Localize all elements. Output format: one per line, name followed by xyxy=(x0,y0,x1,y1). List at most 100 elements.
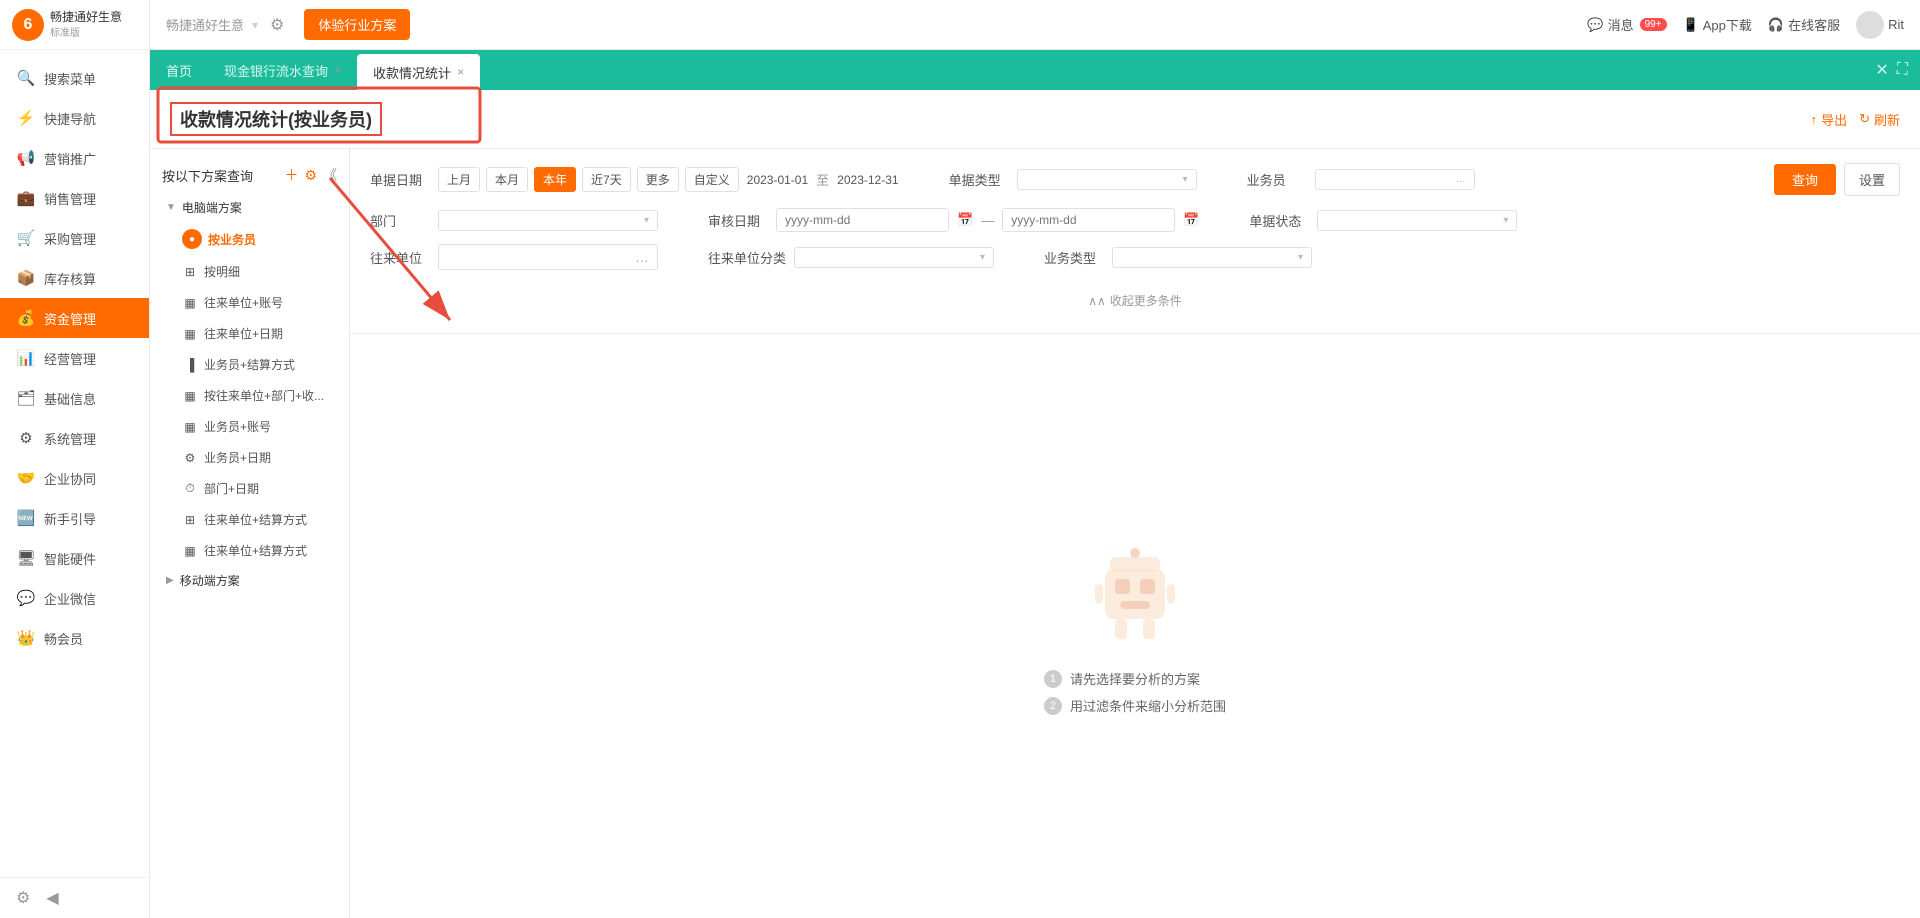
filter-row-3: 往来单位 … 往来单位分类 ▾ xyxy=(370,244,1900,270)
scheme-mobile-title[interactable]: ▶ 移动端方案 xyxy=(158,566,341,595)
scheme-add-icon[interactable]: ＋ xyxy=(284,165,298,185)
export-button[interactable]: ↑ 导出 xyxy=(1811,110,1848,129)
scheme-item-salesperson-settlement[interactable]: ▐ 业务员+结算方式 xyxy=(158,349,341,380)
message-btn[interactable]: 💬 消息 99+ xyxy=(1587,15,1666,34)
sidebar-item-guide[interactable]: 🆕 新手引导 xyxy=(0,498,149,538)
tab-home[interactable]: 首页 xyxy=(150,50,208,90)
user-menu[interactable]: Rit xyxy=(1856,11,1904,39)
partner-select[interactable]: … xyxy=(438,244,658,270)
sidebar-item-wechat[interactable]: 💬 企业微信 xyxy=(0,578,149,618)
sidebar-item-finance[interactable]: 💰 资金管理 xyxy=(0,298,149,338)
biz-type-select[interactable]: ▾ xyxy=(1112,247,1312,268)
doc-status-select[interactable]: ▾ xyxy=(1317,210,1517,231)
close-window-icon[interactable]: ✕ xyxy=(1875,60,1888,80)
scheme-item-unit-dept-collect[interactable]: ▦ 按往来单位+部门+收... xyxy=(158,380,341,411)
sidebar-label-guide: 新手引导 xyxy=(44,509,96,528)
scheme-collapse-icon[interactable]: 《 xyxy=(323,165,337,185)
settings-bottom-icon[interactable]: ⚙ xyxy=(16,888,30,908)
topbar-gear-icon[interactable]: ⚙ xyxy=(270,15,284,35)
sidebar-item-inventory[interactable]: 📦 库存核算 xyxy=(0,258,149,298)
date-btn-more[interactable]: 更多 xyxy=(637,167,679,192)
logo-name: 畅捷通好生意 xyxy=(50,10,122,24)
page-actions: ↑ 导出 ↻ 刷新 xyxy=(1811,110,1900,129)
sidebar-item-base[interactable]: 🗂 基础信息 xyxy=(0,378,149,418)
review-date-start-calendar-icon[interactable]: 📅 xyxy=(957,212,973,228)
scheme-item-unit-settlement1[interactable]: ⊞ 往来单位+结算方式 xyxy=(158,504,341,535)
scheme-item-salesperson-account[interactable]: ▦ 业务员+账号 xyxy=(158,411,341,442)
page-title: 收款情况统计(按业务员) xyxy=(170,102,382,136)
empty-tips: 1 请先选择要分析的方案 2 用过滤条件来缩小分析范围 xyxy=(1044,669,1226,723)
search-icon: 🔍 xyxy=(16,68,36,88)
scheme-item-unit-account[interactable]: ▦ 往来单位+账号 xyxy=(158,287,341,318)
setting-button[interactable]: 设置 xyxy=(1844,163,1900,196)
review-date-end-input[interactable] xyxy=(1002,208,1175,232)
sidebar-item-system[interactable]: ⚙ 系统管理 xyxy=(0,418,149,458)
scheme-item-dept-date[interactable]: ⏱ 部门+日期 xyxy=(158,473,341,504)
scheme-item-salesperson-date[interactable]: ⚙ 业务员+日期 xyxy=(158,442,341,473)
sidebar-item-sales[interactable]: 💼 销售管理 xyxy=(0,178,149,218)
sidebar-item-quick-nav[interactable]: ⚡ 快捷导航 xyxy=(0,98,149,138)
unit-dept-icon: ▦ xyxy=(182,388,198,404)
query-button[interactable]: 查询 xyxy=(1774,164,1836,195)
online-service-btn[interactable]: 🎧 在线客服 xyxy=(1768,15,1840,34)
doc-type-select[interactable]: ▾ xyxy=(1017,169,1197,190)
partner-category-select[interactable]: ▾ xyxy=(794,247,994,268)
date-btn-custom[interactable]: 自定义 xyxy=(685,167,739,192)
scheme-item-by-salesperson[interactable]: ● 按业务员 xyxy=(158,222,341,256)
app-download-icon: 📱 xyxy=(1683,17,1699,33)
unit-settlement2-icon: ▦ xyxy=(182,543,198,559)
sidebar-item-search[interactable]: 🔍 搜索菜单 xyxy=(0,58,149,98)
date-btn-this-month[interactable]: 本月 xyxy=(486,167,528,192)
scheme-header-icons: ＋ ⚙ 《 xyxy=(284,165,337,185)
unit-settlement1-icon: ⊞ xyxy=(182,512,198,528)
salesperson-date-icon: ⚙ xyxy=(182,450,198,466)
maximize-window-icon[interactable]: ⛶ xyxy=(1897,61,1908,79)
scheme-gear-icon[interactable]: ⚙ xyxy=(304,167,317,184)
sidebar-item-marketing[interactable]: 📢 营销推广 xyxy=(0,138,149,178)
dept-select[interactable]: ▾ xyxy=(438,210,658,231)
tab-receipt-stats-close-icon[interactable]: × xyxy=(457,65,464,79)
app-download-btn[interactable]: 📱 App下载 xyxy=(1683,15,1752,34)
sidebar-item-member[interactable]: 👑 畅会员 xyxy=(0,618,149,658)
tab-receipt-stats[interactable]: 收款情况统计 × xyxy=(357,54,480,90)
date-btn-this-year[interactable]: 本年 xyxy=(534,167,576,192)
scheme-item-unit-settlement2[interactable]: ▦ 往来单位+结算方式 xyxy=(158,535,341,566)
tab-bank-flow-close-icon[interactable]: × xyxy=(334,63,341,77)
partner-dots-icon[interactable]: … xyxy=(635,249,649,265)
sidebar-label-finance: 资金管理 xyxy=(44,309,96,328)
sidebar-item-purchase[interactable]: 🛒 采购管理 xyxy=(0,218,149,258)
scheme-item-label-salesperson: 按业务员 xyxy=(208,231,256,248)
review-date-end-calendar-icon[interactable]: 📅 xyxy=(1183,212,1199,228)
trial-button[interactable]: 体验行业方案 xyxy=(304,9,410,40)
sidebar-label-wechat: 企业微信 xyxy=(44,589,96,608)
tab-receipt-stats-label: 收款情况统计 xyxy=(373,63,451,82)
scheme-item-label-detail: 按明细 xyxy=(204,263,240,280)
empty-state: 1 请先选择要分析的方案 2 用过滤条件来缩小分析范围 xyxy=(350,334,1920,918)
biz-type-chevron-icon: ▾ xyxy=(1298,252,1303,263)
doc-type-chevron-icon: ▾ xyxy=(1183,174,1188,185)
biz-type-label: 业务类型 xyxy=(1044,248,1104,267)
message-label: 消息 xyxy=(1608,15,1634,34)
tab-bank-flow[interactable]: 现金银行流水查询 × xyxy=(208,50,357,90)
filter-doc-status-item: 单据状态 ▾ xyxy=(1249,210,1517,231)
doc-status-chevron-icon: ▾ xyxy=(1503,215,1508,226)
scheme-header-label: 按以下方案查询 xyxy=(162,166,284,185)
left-panel: 按以下方案查询 ＋ ⚙ 《 ▼ 电脑端方案 ● 按业务员 xyxy=(150,149,350,918)
scheme-item-unit-date[interactable]: ▦ 往来单位+日期 xyxy=(158,318,341,349)
review-date-start-input[interactable] xyxy=(776,208,949,232)
salesperson-select[interactable]: … xyxy=(1315,169,1475,190)
system-icon: ⚙ xyxy=(16,428,36,448)
sidebar-label-inventory: 库存核算 xyxy=(44,269,96,288)
scheme-desktop-title[interactable]: ▼ 电脑端方案 xyxy=(158,193,341,222)
sidebar-item-enterprise[interactable]: 🤝 企业协同 xyxy=(0,458,149,498)
scheme-item-by-detail[interactable]: ⊞ 按明细 xyxy=(158,256,341,287)
date-btn-last-7-days[interactable]: 近7天 xyxy=(582,167,631,192)
collapse-sidebar-icon[interactable]: ◀ xyxy=(46,888,58,908)
date-btn-last-month[interactable]: 上月 xyxy=(438,167,480,192)
sidebar-item-business[interactable]: 📊 经营管理 xyxy=(0,338,149,378)
collapse-more-conditions-btn[interactable]: ∧∧ 收起更多条件 xyxy=(370,282,1900,319)
sidebar-label-member: 畅会员 xyxy=(44,629,83,648)
sidebar-item-hardware[interactable]: 🖥 智能硬件 xyxy=(0,538,149,578)
scheme-item-label-salesperson-date: 业务员+日期 xyxy=(204,449,271,466)
refresh-button[interactable]: ↻ 刷新 xyxy=(1859,110,1900,129)
